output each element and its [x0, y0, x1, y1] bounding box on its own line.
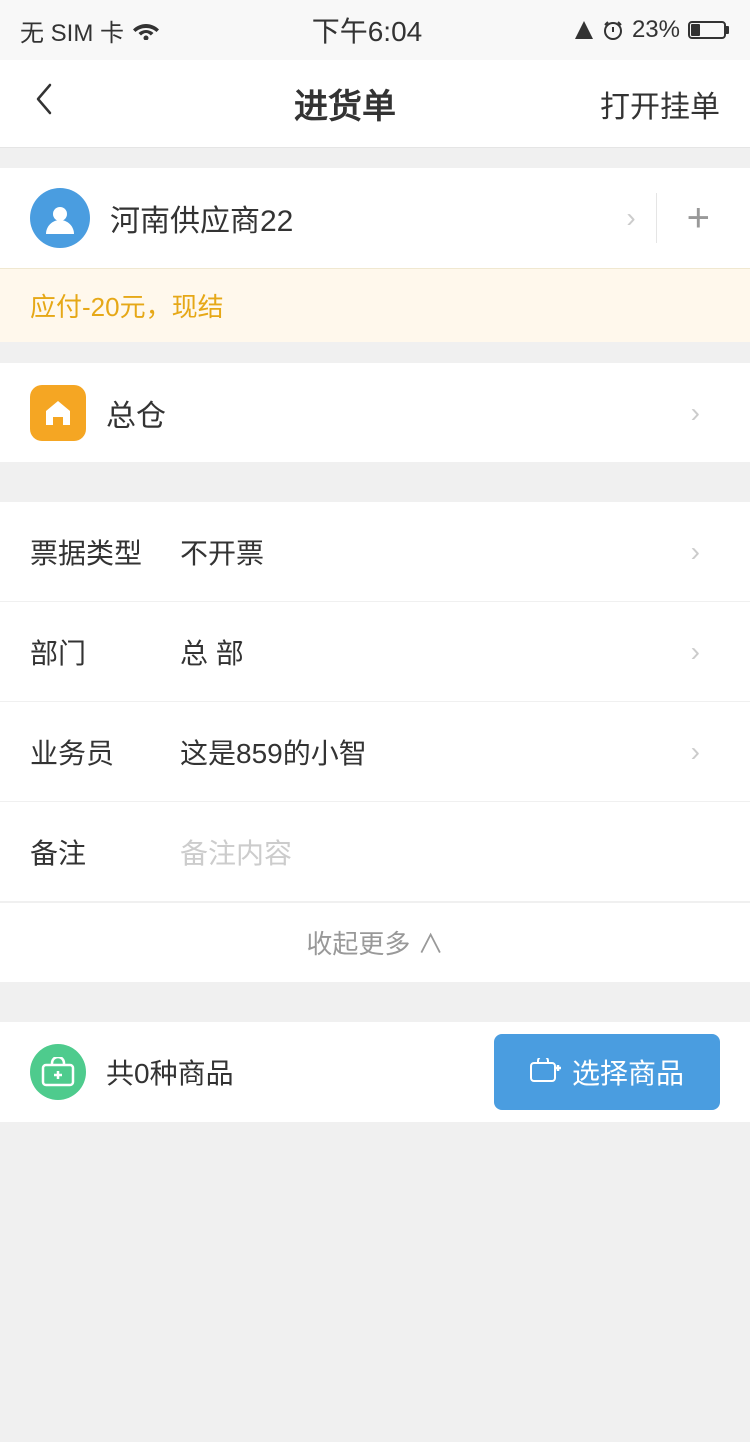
divider	[656, 193, 657, 243]
status-bar: 无 SIM 卡 下午6:04 23%	[0, 0, 750, 60]
invoice-row[interactable]: 票据类型 不开票 ›	[0, 502, 750, 602]
content-background	[0, 1122, 750, 1442]
alarm-icon	[602, 19, 624, 41]
warehouse-icon-wrap	[30, 385, 86, 441]
invoice-chevron-icon: ›	[691, 536, 700, 568]
section-gap-1	[0, 148, 750, 168]
product-icon-wrap	[30, 1044, 86, 1100]
select-product-button[interactable]: 选择商品	[494, 1034, 720, 1110]
form-section: 票据类型 不开票 › 部门 总 部 › 业务员 这是859的小智 › 备注 备注…	[0, 502, 750, 982]
signal-text: 无 SIM 卡	[20, 13, 124, 48]
battery-icon	[688, 19, 730, 41]
status-left: 无 SIM 卡	[20, 13, 160, 48]
notice-bar: 应付-20元，现结	[0, 268, 750, 342]
supplier-name: 河南供应商22	[110, 196, 626, 240]
notice-text: 应付-20元，现结	[30, 292, 224, 322]
select-product-icon	[530, 1058, 562, 1086]
bottom-bar: 共0种商品 选择商品	[0, 1022, 750, 1122]
sales-chevron-icon: ›	[691, 736, 700, 768]
battery-text: 23%	[632, 16, 680, 44]
open-pending-button[interactable]: 打开挂单	[600, 82, 720, 126]
dept-row[interactable]: 部门 总 部 ›	[0, 602, 750, 702]
wifi-icon	[132, 20, 160, 40]
sales-value: 这是859的小智	[170, 732, 691, 772]
remark-label: 备注	[30, 832, 170, 872]
product-count: 共0种商品	[106, 1052, 494, 1092]
back-button[interactable]	[30, 77, 90, 130]
supplier-chevron-icon: ›	[626, 202, 635, 234]
warehouse-row[interactable]: 总仓 ›	[0, 362, 750, 462]
dept-chevron-icon: ›	[691, 636, 700, 668]
nav-bar: 进货单 打开挂单	[0, 60, 750, 148]
invoice-value: 不开票	[170, 532, 691, 572]
select-product-label: 选择商品	[572, 1052, 684, 1092]
collapse-label: 收起更多 ∧	[306, 924, 443, 961]
status-right: 23%	[574, 16, 730, 44]
section-gap-3	[0, 462, 750, 482]
sales-label: 业务员	[30, 732, 170, 772]
warehouse-chevron-icon: ›	[691, 397, 700, 429]
supplier-section: 河南供应商22 › + 应付-20元，现结	[0, 168, 750, 342]
section-gap-4	[0, 982, 750, 1002]
location-icon	[574, 20, 594, 40]
dept-label: 部门	[30, 632, 170, 672]
add-button[interactable]: +	[677, 196, 720, 241]
sales-row[interactable]: 业务员 这是859的小智 ›	[0, 702, 750, 802]
status-time: 下午6:04	[312, 10, 423, 50]
supplier-row[interactable]: 河南供应商22 › +	[0, 168, 750, 268]
remark-input[interactable]: 备注内容	[170, 832, 720, 872]
supplier-avatar	[30, 188, 90, 248]
warehouse-section: 总仓 ›	[0, 362, 750, 462]
dept-value: 总 部	[170, 632, 691, 672]
collapse-row[interactable]: 收起更多 ∧	[0, 902, 750, 982]
invoice-label: 票据类型	[30, 532, 170, 572]
remark-row[interactable]: 备注 备注内容	[0, 802, 750, 902]
section-gap-2	[0, 342, 750, 362]
warehouse-name: 总仓	[106, 391, 691, 435]
page-title: 进货单	[294, 79, 396, 128]
